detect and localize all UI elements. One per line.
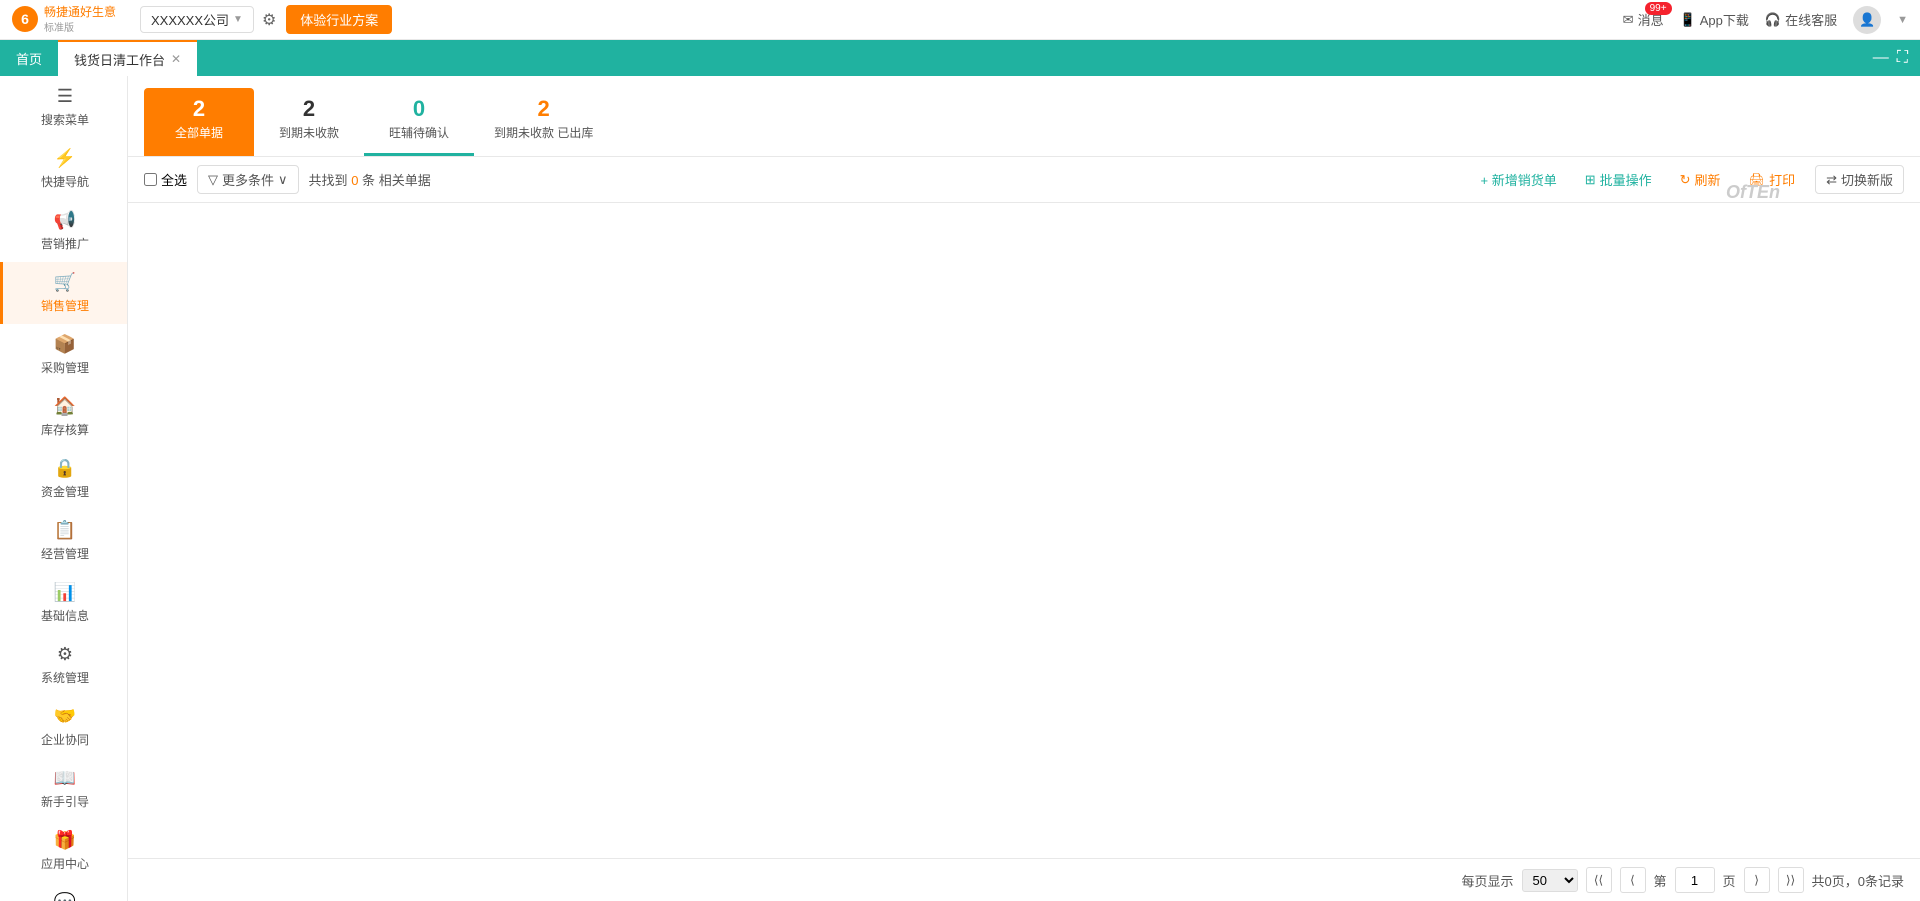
print-icon: 🖨 [1749,172,1766,188]
sidebar-item-marketing[interactable]: 📢 营销推广 [0,200,127,262]
tab-close-icon[interactable]: ✕ [171,52,181,66]
filter-arrow: ∨ [278,172,288,188]
company-selector[interactable]: XXXXXX公司 ▼ [140,6,254,33]
batch-btn[interactable]: ⊞ 批量操作 [1577,166,1660,193]
top-right: ✉ 消息 99+ 📱 App下载 🎧 在线客服 👤 ▼ [1623,6,1908,34]
tab-maximize-btn[interactable]: ⛶ [1897,49,1908,67]
toolbar: 全选 ▽ 更多条件 ∨ 共找到 0 条 相关单据 + 新增销货单 [128,157,1920,203]
prev-page-btn[interactable]: ⟨ [1620,867,1646,893]
refresh-btn[interactable]: ↻ 刷新 [1672,166,1729,193]
app-download-btn[interactable]: 📱 App下载 [1680,10,1749,29]
first-page-btn[interactable]: ⟨⟨ [1586,867,1612,893]
wechat-icon: 💬 [54,892,76,901]
result-count: 0 [351,173,358,188]
content-area: 2 全部单据 2 到期未收款 0 旺辅待确认 2 到期未收款 已出库 全选 [128,76,1920,901]
sidebar-item-newbie[interactable]: 📖 新手引导 [0,758,127,820]
message-btn[interactable]: ✉ 消息 99+ [1623,10,1664,29]
per-page-select[interactable]: 50 100 200 [1522,869,1578,892]
summary-tabs: 2 全部单据 2 到期未收款 0 旺辅待确认 2 到期未收款 已出库 [128,76,1920,157]
select-all-checkbox[interactable] [144,173,157,186]
appcenter-icon: 🎁 [54,830,76,851]
online-service-btn[interactable]: 🎧 在线客服 [1765,10,1837,29]
tab-wangfu-confirm[interactable]: 0 旺辅待确认 [364,88,474,156]
switch-version-btn[interactable]: ⇄ 切换新版 [1815,165,1904,194]
filter-btn[interactable]: ▽ 更多条件 ∨ [197,165,299,194]
message-icon: ✉ [1623,12,1634,28]
message-badge: 99+ [1645,2,1672,15]
switch-icon: ⇄ [1826,172,1837,188]
company-name: XXXXXX公司 [151,10,229,29]
system-icon: ⚙ [57,644,73,665]
sidebar-item-purchase[interactable]: 📦 采购管理 [0,324,127,386]
finance-icon: 🔒 [54,458,76,479]
add-order-btn[interactable]: + 新增销货单 [1472,166,1564,193]
sidebar-item-basics[interactable]: 📊 基础信息 [0,572,127,634]
last-page-btn[interactable]: ⟩⟩ [1778,867,1804,893]
tab-bar-actions: — ⛶ [1861,49,1920,67]
sidebar-item-wechat[interactable]: 💬 企业微信 [0,882,127,901]
username-area[interactable]: ▼ [1897,14,1908,26]
refresh-icon: ↻ [1680,172,1691,188]
tab-all-orders[interactable]: 2 全部单据 [144,88,254,156]
operations-icon: 📋 [54,520,76,541]
company-dropdown-arrow: ▼ [233,14,243,25]
tab-home[interactable]: 首页 [0,40,58,76]
per-page-label: 每页显示 [1461,871,1513,890]
top-bar: 6 畅捷通好生意 标准版 XXXXXX公司 ▼ ⚙ 体验行业方案 ✉ 消息 99… [0,0,1920,40]
marketing-icon: 📢 [54,210,76,231]
app-download-icon: 📱 [1680,12,1696,28]
page-input[interactable] [1675,867,1715,893]
basics-icon: 📊 [54,582,76,603]
result-text: 共找到 0 条 相关单据 [309,170,431,189]
next-page-btn[interactable]: ⟩ [1744,867,1770,893]
quicknav-icon: ⚡ [54,148,76,169]
sidebar-item-inventory[interactable]: 🏠 库存核算 [0,386,127,448]
logo-area: 6 畅捷通好生意 标准版 [12,5,140,34]
tab-minimize-btn[interactable]: — [1873,49,1889,67]
tab-qianghuo[interactable]: 钱货日清工作台 ✕ [58,40,197,76]
sidebar-item-system[interactable]: ⚙ 系统管理 [0,634,127,696]
settings-icon[interactable]: ⚙ [262,10,276,30]
pagination: 每页显示 50 100 200 ⟨⟨ ⟨ 第 页 ⟩ ⟩⟩ 共0页，0条记录 [128,858,1920,901]
batch-icon: ⊞ [1585,172,1596,188]
total-info: 共0页，0条记录 [1812,871,1904,890]
sidebar-item-finance[interactable]: 🔒 资金管理 [0,448,127,510]
sidebar-item-sales[interactable]: 🛒 销售管理 [0,262,127,324]
sales-icon: 🛒 [54,272,76,293]
select-all-label[interactable]: 全选 [144,170,187,189]
logo-icon: 6 [12,6,38,32]
avatar[interactable]: 👤 [1853,6,1881,34]
inventory-icon: 🏠 [54,396,76,417]
print-btn[interactable]: 🖨 打印 [1741,166,1804,193]
sidebar-item-operations[interactable]: 📋 经营管理 [0,510,127,572]
main-layout: ☰ 搜索菜单 ⚡ 快捷导航 📢 营销推广 🛒 销售管理 📦 采购管理 🏠 库存核… [0,76,1920,901]
sidebar-item-enterprise[interactable]: 🤝 企业协同 [0,696,127,758]
enterprise-icon: 🤝 [54,706,76,727]
sidebar-item-appcenter[interactable]: 🎁 应用中心 [0,820,127,882]
toolbar-right: + 新增销货单 ⊞ 批量操作 ↻ 刷新 🖨 打印 ⇄ 切换新版 [1472,165,1904,194]
tab-overdue-shipped[interactable]: 2 到期未收款 已出库 [474,88,613,156]
tab-bar: 首页 钱货日清工作台 ✕ — ⛶ [0,40,1920,76]
search-menu-icon: ☰ [57,86,73,107]
logo-text: 畅捷通好生意 [44,5,116,19]
toolbar-left: 全选 ▽ 更多条件 ∨ 共找到 0 条 相关单据 [144,165,1460,194]
newbie-icon: 📖 [54,768,76,789]
sidebar-item-search[interactable]: ☰ 搜索菜单 [0,76,127,138]
filter-icon: ▽ [208,172,218,188]
experience-btn[interactable]: 体验行业方案 [286,5,392,34]
headset-icon: 🎧 [1765,12,1781,28]
sidebar-item-quicknav[interactable]: ⚡ 快捷导航 [0,138,127,200]
tab-overdue-payment[interactable]: 2 到期未收款 [254,88,364,156]
table-area [128,203,1920,858]
purchase-icon: 📦 [54,334,76,355]
sidebar: ☰ 搜索菜单 ⚡ 快捷导航 📢 营销推广 🛒 销售管理 📦 采购管理 🏠 库存核… [0,76,128,901]
logo-sub: 标准版 [44,19,116,34]
